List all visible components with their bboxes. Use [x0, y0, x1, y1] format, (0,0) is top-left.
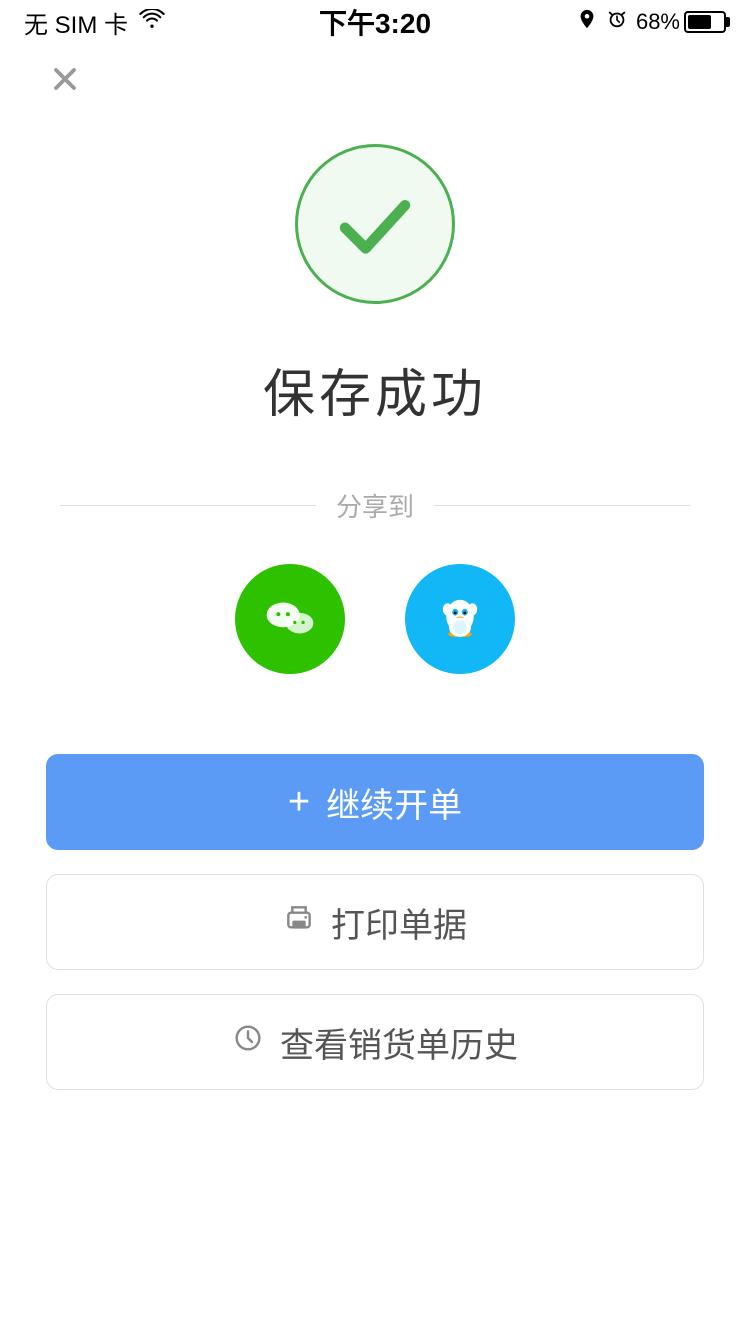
success-title: 保存成功 — [263, 352, 487, 427]
history-button[interactable]: 查看销货单历史 — [46, 994, 704, 1090]
divider-right — [434, 505, 690, 506]
history-icon — [232, 1022, 264, 1063]
continue-button[interactable]: + 继续开单 — [46, 754, 704, 850]
history-label: 查看销货单历史 — [280, 1018, 518, 1067]
carrier-text: 无 SIM 卡 — [24, 5, 128, 40]
status-bar-left: 无 SIM 卡 — [24, 5, 166, 40]
divider-left — [60, 505, 316, 506]
action-buttons: + 继续开单 打印单据 查看销货单历史 — [0, 754, 750, 1090]
battery-shape — [684, 11, 726, 33]
alarm-icon — [606, 8, 628, 36]
print-label: 打印单据 — [331, 898, 467, 947]
main-content: 保存成功 分享到 — [0, 44, 750, 1090]
continue-label: 继续开单 — [326, 778, 462, 827]
success-icon-circle — [295, 144, 455, 304]
battery-indicator: 68% — [636, 9, 726, 35]
print-icon — [283, 902, 315, 943]
status-bar-time: 下午3:20 — [319, 2, 431, 42]
print-button[interactable]: 打印单据 — [46, 874, 704, 970]
share-divider: 分享到 — [0, 487, 750, 524]
battery-fill — [688, 15, 711, 29]
wechat-share-button[interactable] — [235, 564, 345, 674]
status-bar: 无 SIM 卡 下午3:20 — [0, 0, 750, 44]
location-icon — [576, 8, 598, 36]
status-bar-right: 68% — [576, 8, 726, 36]
share-icons-row — [235, 564, 515, 674]
wifi-icon — [138, 8, 166, 36]
battery-percent: 68% — [636, 9, 680, 35]
share-label: 分享到 — [336, 487, 414, 524]
qq-share-button[interactable] — [405, 564, 515, 674]
close-button[interactable] — [40, 54, 90, 104]
continue-plus-icon: + — [288, 783, 310, 821]
share-section: 分享到 — [0, 487, 750, 674]
